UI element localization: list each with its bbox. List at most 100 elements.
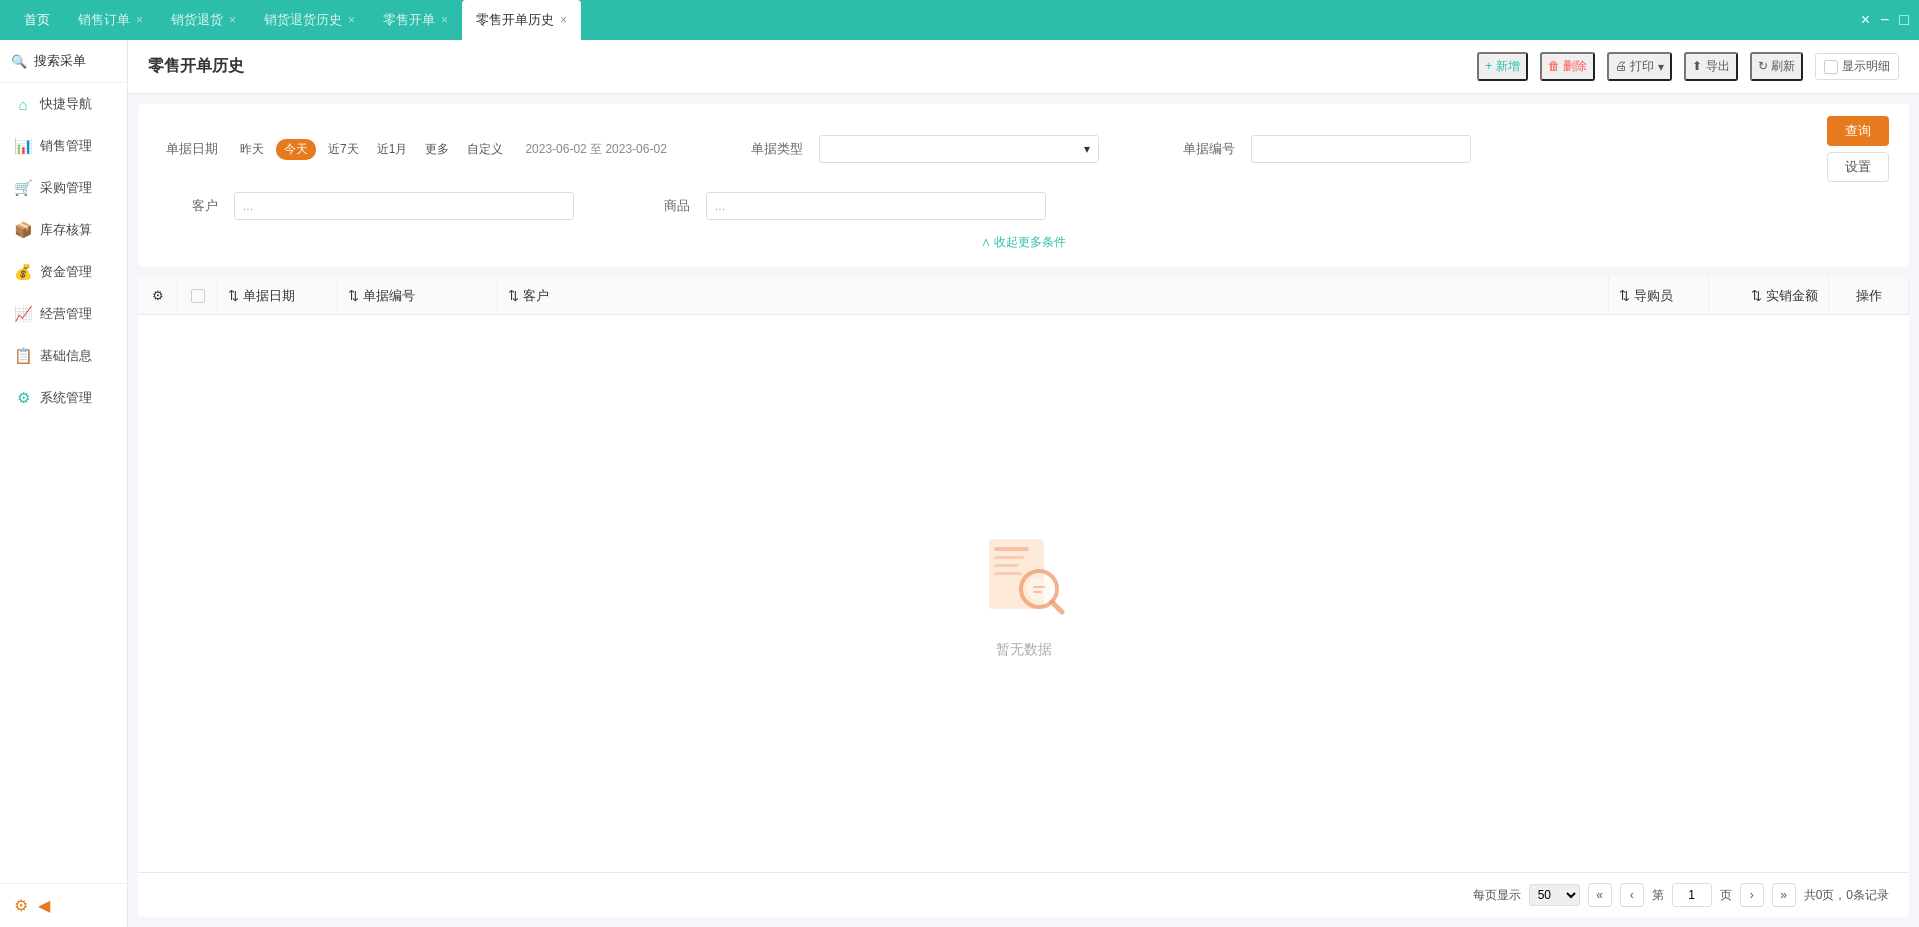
th-customer-text: 客户: [523, 287, 549, 305]
th-amount-sort: ⇅: [1751, 288, 1762, 303]
th-amount[interactable]: ⇅ 实销金额: [1709, 277, 1829, 314]
customer-placeholder: ...: [243, 199, 253, 213]
sidebar-item-inventory[interactable]: 📦 库存核算: [0, 209, 127, 251]
sidebar-item-quick-nav[interactable]: ⌂ 快捷导航: [0, 83, 127, 125]
sidebar-search[interactable]: 🔍 搜索采单: [0, 40, 127, 83]
print-dropdown-icon[interactable]: ▾: [1658, 60, 1664, 74]
order-no-input[interactable]: [1251, 135, 1471, 163]
sidebar-item-system[interactable]: ⚙ 系统管理: [0, 377, 127, 419]
product-label: 商品: [630, 197, 690, 215]
order-no-label: 单据编号: [1175, 140, 1235, 158]
order-type-select[interactable]: ▾: [819, 135, 1099, 163]
print-button[interactable]: 🖨 打印 ▾: [1607, 52, 1672, 81]
sidebar-item-basic-info-label: 基础信息: [40, 347, 92, 365]
tab-sales-return-close[interactable]: ×: [229, 13, 236, 27]
next-page-btn[interactable]: ›: [1740, 883, 1764, 907]
query-buttons: 查询 设置: [1827, 116, 1889, 182]
collapse-button[interactable]: ∧ 收起更多条件: [158, 230, 1889, 255]
sidebar-item-operations[interactable]: 📈 经营管理: [0, 293, 127, 335]
per-page-select[interactable]: 50 100 200: [1529, 884, 1580, 906]
tab-sales-order[interactable]: 销售订单 ×: [64, 0, 157, 40]
date-btn-custom[interactable]: 自定义: [461, 139, 509, 160]
tab-home[interactable]: 首页: [10, 0, 64, 40]
th-customer[interactable]: ⇅ 客户: [498, 277, 1609, 314]
sidebar-item-operations-label: 经营管理: [40, 305, 92, 323]
tab-retail-open[interactable]: 零售开单 ×: [369, 0, 462, 40]
prev-page-btn[interactable]: ‹: [1620, 883, 1644, 907]
sidebar-search-label: 搜索采单: [34, 52, 86, 70]
inventory-icon: 📦: [14, 221, 32, 239]
sidebar-bottom: ⚙ ◀: [0, 883, 127, 927]
date-btn-7days[interactable]: 近7天: [322, 139, 365, 160]
sidebar-item-sales-mgmt-label: 销售管理: [40, 137, 92, 155]
th-order-no-text: 单据编号: [363, 287, 415, 305]
tab-retail-open-close[interactable]: ×: [441, 13, 448, 27]
sidebar-item-finance[interactable]: 💰 资金管理: [0, 251, 127, 293]
refresh-button[interactable]: ↻ 刷新: [1750, 52, 1803, 81]
product-placeholder: ...: [715, 199, 725, 213]
customer-input[interactable]: ...: [234, 192, 574, 220]
table-header: ⚙ ⇅ 单据日期 ⇅ 单据编号 ⇅ 客户 ⇅: [138, 277, 1909, 315]
settings-button[interactable]: 设置: [1827, 152, 1889, 182]
sales-mgmt-icon: 📊: [14, 137, 32, 155]
date-btn-today[interactable]: 今天: [276, 139, 316, 160]
th-date-label: ⇅: [228, 288, 239, 303]
date-btn-more[interactable]: 更多: [419, 139, 455, 160]
th-order-no-sort: ⇅: [348, 288, 359, 303]
tab-sales-return-history-label: 销货退货历史: [264, 11, 342, 29]
content-area: 零售开单历史 + 新增 🗑 删除 🖨 打印 ▾ ⬆ 导出 ↻ 刷新 显示明细 单…: [128, 40, 1919, 927]
filter-row-customer: 客户 ... 商品 ...: [158, 192, 1889, 220]
th-checkbox[interactable]: [178, 277, 218, 314]
tab-sales-return-history-close[interactable]: ×: [348, 13, 355, 27]
sidebar-item-purchase-mgmt[interactable]: 🛒 采购管理: [0, 167, 127, 209]
empty-state: 暂无数据: [138, 315, 1909, 872]
sidebar-collapse-icon[interactable]: ◀: [38, 896, 50, 915]
tab-sales-order-close[interactable]: ×: [136, 13, 143, 27]
sidebar-item-basic-info[interactable]: 📋 基础信息: [0, 335, 127, 377]
th-customer-sort: ⇅: [508, 288, 519, 303]
export-button[interactable]: ⬆ 导出: [1684, 52, 1737, 81]
settings-icon: ⚙: [152, 288, 164, 303]
date-label: 单据日期: [158, 140, 218, 158]
tab-retail-open-history[interactable]: 零售开单历史 ×: [462, 0, 581, 40]
window-minimize-btn[interactable]: −: [1880, 11, 1889, 29]
tab-sales-return-history[interactable]: 销货退货历史 ×: [250, 0, 369, 40]
main-layout: 🔍 搜索采单 ⌂ 快捷导航 📊 销售管理 🛒 采购管理 📦 库存核算 💰 资金管…: [0, 40, 1919, 927]
th-order-no[interactable]: ⇅ 单据编号: [338, 277, 498, 314]
tab-retail-open-history-close[interactable]: ×: [560, 13, 567, 27]
new-button[interactable]: + 新增: [1477, 52, 1527, 81]
page-label: 第: [1652, 887, 1664, 904]
th-date[interactable]: ⇅ 单据日期: [218, 277, 338, 314]
window-maximize-btn[interactable]: □: [1899, 11, 1909, 29]
header-actions: + 新增 🗑 删除 🖨 打印 ▾ ⬆ 导出 ↻ 刷新 显示明细: [1477, 52, 1899, 81]
svg-line-7: [1052, 602, 1062, 612]
page-input[interactable]: [1672, 883, 1712, 907]
delete-button[interactable]: 🗑 删除: [1540, 52, 1595, 81]
th-guide[interactable]: ⇅ 导购员: [1609, 277, 1709, 314]
sidebar: 🔍 搜索采单 ⌂ 快捷导航 📊 销售管理 🛒 采购管理 📦 库存核算 💰 资金管…: [0, 40, 128, 927]
first-page-btn[interactable]: «: [1588, 883, 1612, 907]
per-page-label: 每页显示: [1473, 887, 1521, 904]
svg-rect-1: [994, 547, 1029, 551]
date-btn-yesterday[interactable]: 昨天: [234, 139, 270, 160]
date-btn-1month[interactable]: 近1月: [371, 139, 414, 160]
svg-rect-8: [1033, 586, 1045, 588]
sidebar-item-inventory-label: 库存核算: [40, 221, 92, 239]
show-detail-button[interactable]: 显示明细: [1815, 53, 1899, 80]
sidebar-item-sales-mgmt[interactable]: 📊 销售管理: [0, 125, 127, 167]
query-button[interactable]: 查询: [1827, 116, 1889, 146]
th-date-text: 单据日期: [243, 287, 295, 305]
sidebar-item-purchase-mgmt-label: 采购管理: [40, 179, 92, 197]
tab-sales-return[interactable]: 销货退货 ×: [157, 0, 250, 40]
product-input[interactable]: ...: [706, 192, 1046, 220]
th-operation: 操作: [1829, 277, 1909, 314]
show-detail-checkbox[interactable]: [1824, 60, 1838, 74]
last-page-btn[interactable]: »: [1772, 883, 1796, 907]
header-checkbox[interactable]: [191, 289, 205, 303]
th-guide-sort: ⇅: [1619, 288, 1630, 303]
th-settings[interactable]: ⚙: [138, 277, 178, 314]
total-label: 共0页，0条记录: [1804, 887, 1889, 904]
window-close-btn[interactable]: ×: [1861, 11, 1870, 29]
tab-home-label: 首页: [24, 11, 50, 29]
sidebar-settings-icon[interactable]: ⚙: [14, 896, 28, 915]
